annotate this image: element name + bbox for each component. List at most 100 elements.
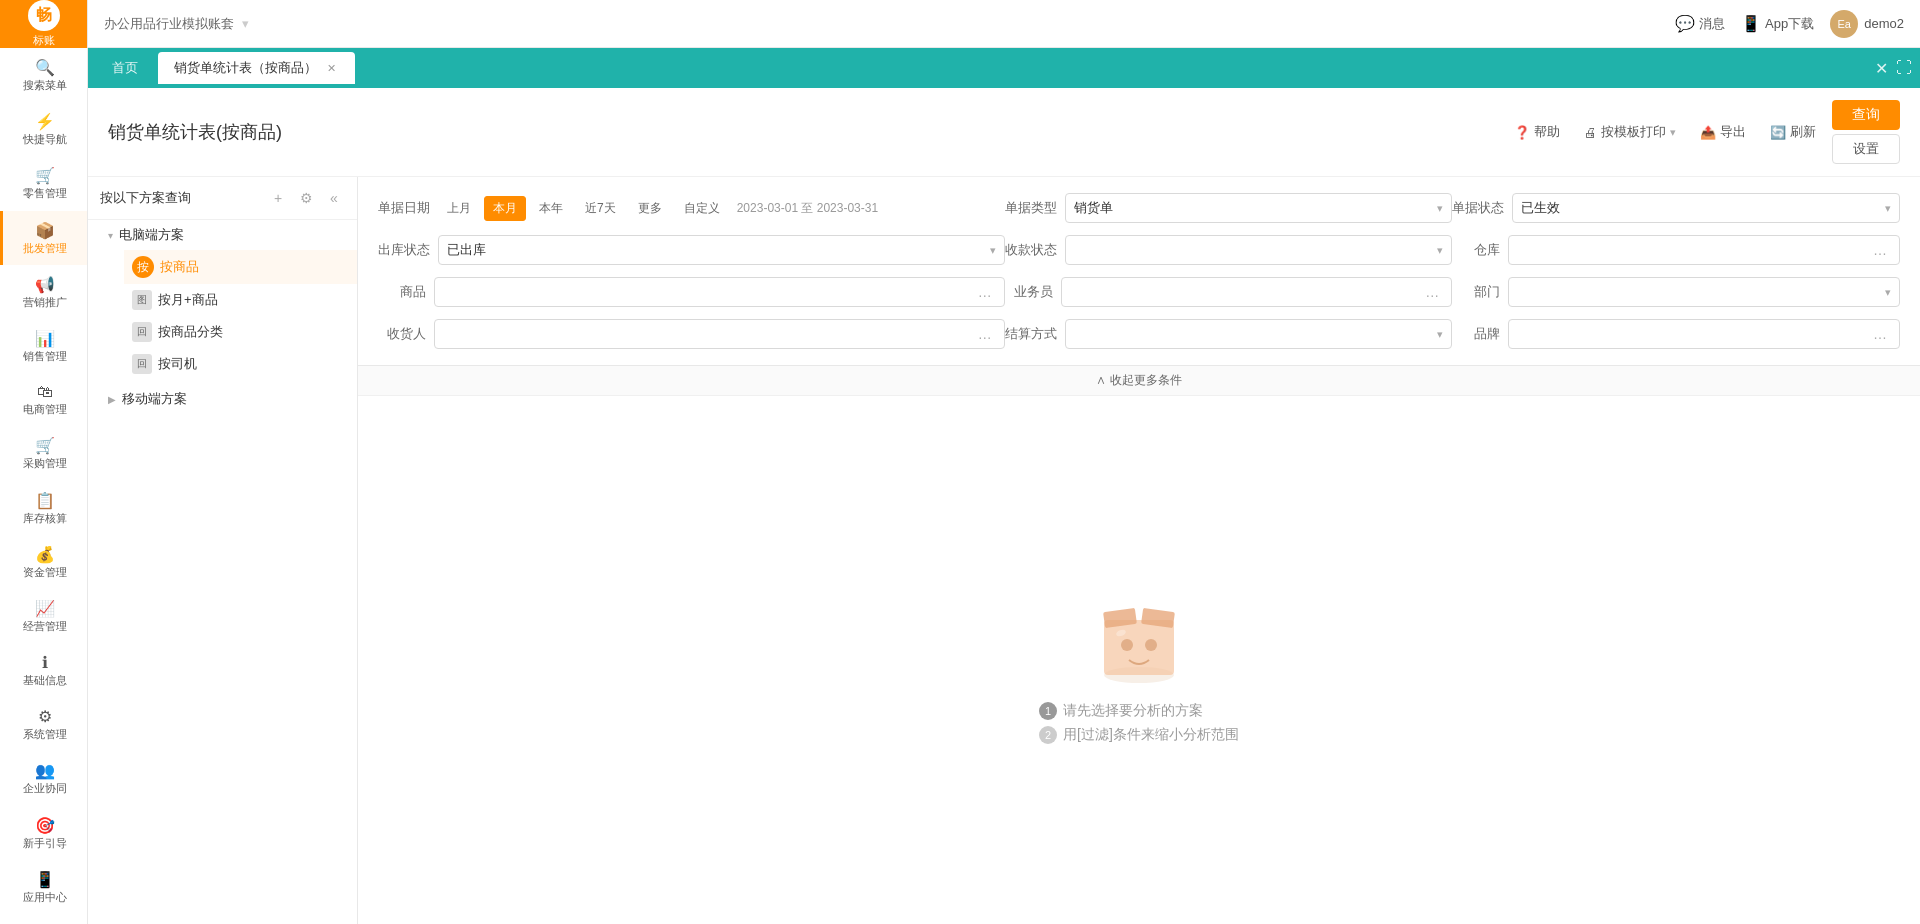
help-button[interactable]: ❓ 帮助 bbox=[1506, 119, 1568, 145]
tree-item-category[interactable]: 回 按商品分类 bbox=[124, 316, 357, 348]
header-left: 办公用品行业模拟账套 ▾ bbox=[104, 15, 249, 33]
doc-type-select[interactable]: 销货单 ▾ bbox=[1065, 193, 1453, 223]
menu-icon-6: 🛍 bbox=[37, 383, 53, 401]
app-subtitle: 标账 bbox=[33, 33, 55, 48]
filter-row-1: 单据日期 上月 本月 本年 近7天 更多 自定义 2023-03-01 至 20… bbox=[378, 193, 1900, 223]
tree-node-mobile[interactable]: ▶ 移动端方案 bbox=[88, 384, 357, 414]
settlement-label: 结算方式 bbox=[1005, 325, 1065, 343]
brand-select[interactable]: … bbox=[1508, 319, 1900, 349]
tab-home[interactable]: 首页 bbox=[96, 52, 154, 84]
sidebar-item-9[interactable]: 💰资金管理 bbox=[0, 535, 87, 589]
this-month-tab[interactable]: 本月 bbox=[484, 196, 526, 221]
message-icon: 💬 bbox=[1675, 14, 1695, 33]
page-toolbar: ❓ 帮助 🖨 按模板打印 ▾ 📤 导出 🔄 刷新 查询 bbox=[1506, 100, 1900, 164]
refresh-icon: 🔄 bbox=[1770, 125, 1786, 140]
tab-close-all-icon[interactable]: ✕ bbox=[1875, 59, 1888, 78]
left-panel-title: 按以下方案查询 bbox=[100, 189, 261, 207]
empty-hint-1: 请先选择要分析的方案 bbox=[1039, 702, 1239, 720]
tree-item-month-product[interactable]: 图 按月+商品 bbox=[124, 284, 357, 316]
menu-icon-7: 🛒 bbox=[35, 436, 55, 455]
sidebar-item-5[interactable]: 📊销售管理 bbox=[0, 319, 87, 373]
warehouse-select[interactable]: 已出库 ▾ bbox=[438, 235, 1005, 265]
add-scheme-icon[interactable]: + bbox=[267, 187, 289, 209]
last7-tab[interactable]: 近7天 bbox=[576, 196, 625, 221]
print-arrow-icon[interactable]: ▾ bbox=[1670, 126, 1676, 139]
doc-status-select[interactable]: 已生效 ▾ bbox=[1512, 193, 1900, 223]
app-download-button[interactable]: 📱 App下载 bbox=[1741, 14, 1814, 33]
menu-icon-11: ℹ bbox=[42, 653, 48, 672]
salesman-select[interactable]: … bbox=[1061, 277, 1453, 307]
product-ellipsis[interactable]: … bbox=[974, 284, 996, 300]
action-buttons: 查询 设置 bbox=[1832, 100, 1900, 164]
date-tabs-container: 上月 本月 本年 近7天 更多 自定义 2023-03-01 至 2023-03… bbox=[438, 196, 1005, 221]
app-download-label: App下载 bbox=[1765, 15, 1814, 33]
recipient-ellipsis[interactable]: … bbox=[974, 326, 996, 342]
storage-ellipsis[interactable]: … bbox=[1869, 242, 1891, 258]
sidebar-item-0[interactable]: 🔍搜索菜单 bbox=[0, 48, 87, 102]
sidebar-item-11[interactable]: ℹ基础信息 bbox=[0, 643, 87, 697]
tab-bar: 首页 销货单统计表（按商品） ✕ ✕ ⛶ bbox=[88, 48, 1920, 88]
user-menu[interactable]: Ea demo2 bbox=[1830, 10, 1904, 38]
refresh-button[interactable]: 🔄 刷新 bbox=[1762, 119, 1824, 145]
query-button[interactable]: 查询 bbox=[1832, 100, 1900, 130]
sidebar-item-6[interactable]: 🛍电商管理 bbox=[0, 373, 87, 426]
collapse-bar[interactable]: ∧ 收起更多条件 bbox=[358, 366, 1920, 396]
print-icon: 🖨 bbox=[1584, 125, 1597, 140]
help-label: 帮助 bbox=[1534, 123, 1560, 141]
settings-button[interactable]: 设置 bbox=[1832, 134, 1900, 164]
payment-select[interactable]: ▾ bbox=[1065, 235, 1453, 265]
doc-type-value: 销货单 bbox=[1074, 199, 1113, 217]
tree-node-desktop[interactable]: ▾ 电脑端方案 bbox=[88, 220, 357, 250]
salesman-ellipsis[interactable]: … bbox=[1421, 284, 1443, 300]
sidebar-item-13[interactable]: 👥企业协同 bbox=[0, 751, 87, 805]
more-tab[interactable]: 更多 bbox=[629, 196, 671, 221]
menu-icon-14: 🎯 bbox=[35, 816, 55, 835]
scheme-settings-icon[interactable]: ⚙ bbox=[295, 187, 317, 209]
tab-sales-statistics[interactable]: 销货单统计表（按商品） ✕ bbox=[158, 52, 355, 84]
workspace-arrow[interactable]: ▾ bbox=[242, 16, 249, 31]
user-avatar: Ea bbox=[1830, 10, 1858, 38]
tab-close-icon[interactable]: ✕ bbox=[323, 60, 339, 76]
sidebar-item-15[interactable]: 📱应用中心 bbox=[0, 860, 87, 914]
empty-state: 请先选择要分析的方案 用[过滤]条件来缩小分析范围 bbox=[358, 396, 1920, 924]
salesman-label: 业务员 bbox=[1005, 283, 1061, 301]
custom-tab[interactable]: 自定义 bbox=[675, 196, 729, 221]
settlement-select[interactable]: ▾ bbox=[1065, 319, 1453, 349]
product-select[interactable]: … bbox=[434, 277, 1005, 307]
sidebar-item-14[interactable]: 🎯新手引导 bbox=[0, 806, 87, 860]
collapse-panel-icon[interactable]: « bbox=[323, 187, 345, 209]
tree-item-driver[interactable]: 回 按司机 bbox=[124, 348, 357, 380]
sidebar-item-10[interactable]: 📈经营管理 bbox=[0, 589, 87, 643]
menu-icon-9: 💰 bbox=[35, 545, 55, 564]
sidebar-item-1[interactable]: ⚡快捷导航 bbox=[0, 102, 87, 156]
export-button[interactable]: 📤 导出 bbox=[1692, 119, 1754, 145]
export-label: 导出 bbox=[1720, 123, 1746, 141]
sidebar-item-8[interactable]: 📋库存核算 bbox=[0, 481, 87, 535]
sidebar-item-16[interactable]: 💬企业微信 bbox=[0, 914, 87, 924]
storage-select[interactable]: … bbox=[1508, 235, 1900, 265]
message-button[interactable]: 💬 消息 bbox=[1675, 14, 1725, 33]
tree-mobile-arrow: ▶ bbox=[108, 394, 116, 405]
top-header: 办公用品行业模拟账套 ▾ 💬 消息 📱 App下载 Ea demo2 bbox=[88, 0, 1920, 48]
print-button[interactable]: 🖨 按模板打印 ▾ bbox=[1576, 119, 1684, 145]
payment-filter: 收款状态 ▾ bbox=[1005, 235, 1453, 265]
tab-expand-icon[interactable]: ⛶ bbox=[1896, 59, 1912, 77]
salesman-filter: 业务员 … bbox=[1005, 277, 1453, 307]
sidebar-item-2[interactable]: 🛒零售管理 bbox=[0, 156, 87, 210]
last-month-tab[interactable]: 上月 bbox=[438, 196, 480, 221]
menu-icon-15: 📱 bbox=[35, 870, 55, 889]
app-logo[interactable]: 畅 标账 bbox=[0, 0, 87, 48]
recipient-select[interactable]: … bbox=[434, 319, 1005, 349]
brand-ellipsis[interactable]: … bbox=[1869, 326, 1891, 342]
sidebar-item-3[interactable]: 📦批发管理 bbox=[0, 211, 87, 265]
dept-select[interactable]: ▾ bbox=[1508, 277, 1900, 307]
sidebar-item-12[interactable]: ⚙系统管理 bbox=[0, 697, 87, 751]
sidebar-item-4[interactable]: 📢营销推广 bbox=[0, 265, 87, 319]
tree-mobile-label: 移动端方案 bbox=[122, 390, 187, 408]
doc-type-filter: 单据类型 销货单 ▾ bbox=[1005, 193, 1453, 223]
export-icon: 📤 bbox=[1700, 125, 1716, 140]
tree-item-product[interactable]: 按 按商品 bbox=[124, 250, 357, 284]
sidebar-item-7[interactable]: 🛒采购管理 bbox=[0, 426, 87, 480]
left-panel-header: 按以下方案查询 + ⚙ « bbox=[88, 177, 357, 220]
this-year-tab[interactable]: 本年 bbox=[530, 196, 572, 221]
